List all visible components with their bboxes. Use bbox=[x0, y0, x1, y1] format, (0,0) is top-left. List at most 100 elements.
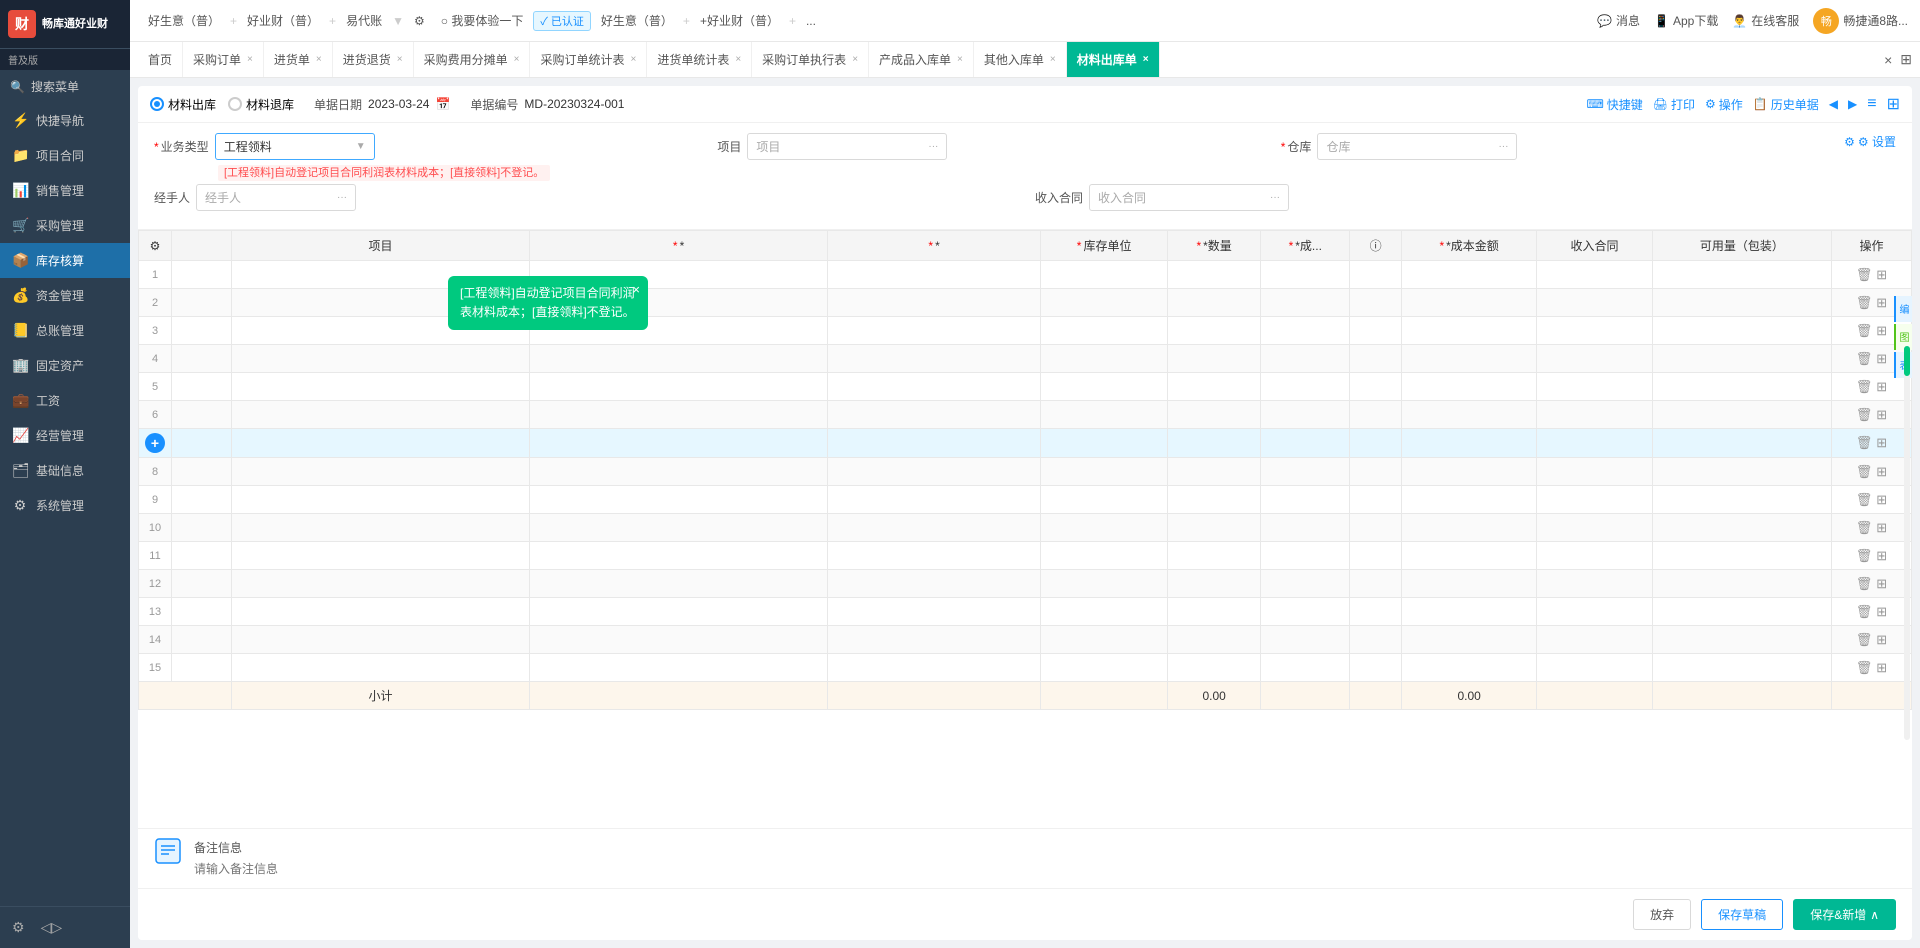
unit-cell[interactable] bbox=[1041, 626, 1168, 654]
cost-price-cell[interactable] bbox=[1261, 317, 1350, 345]
project-cell-active[interactable] bbox=[232, 429, 530, 458]
add-row-button[interactable]: + bbox=[145, 433, 165, 453]
close-icon[interactable]: × bbox=[397, 54, 403, 65]
delete-row-button[interactable]: 🗑 bbox=[1856, 267, 1873, 283]
copy-row-button[interactable]: ⊞ bbox=[1876, 407, 1887, 423]
topbar-trial-link[interactable]: ○ 我要体验一下 bbox=[435, 10, 530, 31]
close-icon[interactable]: × bbox=[514, 54, 520, 65]
col-settings[interactable]: ⚙ bbox=[139, 231, 172, 261]
sidebar-search[interactable]: 🔍 搜索菜单 bbox=[0, 70, 130, 103]
delete-row-button[interactable]: 🗑 bbox=[1856, 407, 1873, 423]
handler-input[interactable]: 经手人 ··· bbox=[196, 184, 356, 211]
qty-cell[interactable] bbox=[1168, 345, 1261, 373]
copy-row-button[interactable]: ⊞ bbox=[1876, 351, 1887, 367]
unit-cell[interactable] bbox=[1041, 458, 1168, 486]
delete-row-button[interactable]: 🗑 bbox=[1856, 464, 1873, 480]
sidebar-item-accounting[interactable]: 📒 总账管理 bbox=[0, 313, 130, 348]
project-cell[interactable] bbox=[232, 570, 530, 598]
shortcut-keys-button[interactable]: ⌨ 快捷键 bbox=[1586, 96, 1642, 113]
project-cell[interactable] bbox=[232, 486, 530, 514]
close-icon[interactable]: × bbox=[630, 54, 636, 65]
doc-number-value[interactable]: MD-20230324-001 bbox=[524, 97, 624, 111]
sidebar-item-assets[interactable]: 🏢 固定资产 bbox=[0, 348, 130, 383]
cost-amount-cell-active[interactable] bbox=[1401, 429, 1536, 458]
contract-cell[interactable] bbox=[1537, 626, 1652, 654]
sidebar-item-inventory[interactable]: 📦 库存核算 bbox=[0, 243, 130, 278]
income-contract-input[interactable]: 收入合同 ··· bbox=[1089, 184, 1289, 211]
close-icon[interactable]: × bbox=[316, 54, 322, 65]
qty-cell[interactable] bbox=[1168, 570, 1261, 598]
delete-row-button[interactable]: 🗑 bbox=[1856, 351, 1873, 367]
available-cell[interactable] bbox=[1652, 654, 1831, 682]
settings-button[interactable]: ⚙ bbox=[8, 915, 29, 940]
contract-cell[interactable] bbox=[1537, 514, 1652, 542]
unit-cell[interactable] bbox=[1041, 317, 1168, 345]
close-icon[interactable]: × bbox=[1143, 54, 1149, 65]
delete-row-button[interactable]: 🗑 bbox=[1856, 379, 1873, 395]
cost-price-cell[interactable] bbox=[1261, 570, 1350, 598]
topbar-link-2[interactable]: 好业财（普） bbox=[241, 10, 325, 31]
available-cell[interactable] bbox=[1652, 289, 1831, 317]
date-value[interactable]: 2023-03-24 bbox=[368, 97, 429, 111]
cost-amount-cell[interactable] bbox=[1401, 373, 1536, 401]
material-code-cell[interactable] bbox=[530, 598, 828, 626]
topbar-link-1[interactable]: 好生意（普） bbox=[142, 10, 226, 31]
topbar-link-5[interactable]: +好业财（普） bbox=[694, 10, 785, 31]
sidebar-item-basic[interactable]: 🗂 基础信息 bbox=[0, 453, 130, 488]
cost-price-cell[interactable] bbox=[1261, 514, 1350, 542]
qty-cell[interactable] bbox=[1168, 654, 1261, 682]
material-code-cell[interactable] bbox=[530, 486, 828, 514]
material-input-active[interactable] bbox=[536, 433, 821, 453]
page-settings-button[interactable]: ⚙ ⚙ 设置 bbox=[1844, 133, 1896, 150]
topbar-link-more[interactable]: ... bbox=[800, 12, 822, 30]
cost-amount-cell[interactable] bbox=[1401, 458, 1536, 486]
material-code-cell[interactable] bbox=[530, 654, 828, 682]
cost-price-cell[interactable] bbox=[1261, 542, 1350, 570]
sidebar-item-payroll[interactable]: 💼 工资 bbox=[0, 383, 130, 418]
qty-cell[interactable] bbox=[1168, 289, 1261, 317]
contract-cell[interactable] bbox=[1537, 373, 1652, 401]
close-icon[interactable]: × bbox=[735, 54, 741, 65]
delete-row-button[interactable]: 🗑 bbox=[1856, 435, 1873, 451]
cost-price-cell[interactable] bbox=[1261, 261, 1350, 289]
delete-row-button[interactable]: 🗑 bbox=[1856, 604, 1873, 620]
cost-amount-cell[interactable] bbox=[1401, 654, 1536, 682]
cost-price-cell[interactable] bbox=[1261, 654, 1350, 682]
cost-amount-cell[interactable] bbox=[1401, 514, 1536, 542]
cost-price-cell[interactable] bbox=[1261, 345, 1350, 373]
cost-price-cell[interactable] bbox=[1261, 373, 1350, 401]
contract-cell[interactable] bbox=[1537, 458, 1652, 486]
copy-row-button[interactable]: ⊞ bbox=[1876, 520, 1887, 536]
print-button[interactable]: 🖨 打印 bbox=[1653, 96, 1695, 113]
project-input-active[interactable] bbox=[238, 433, 523, 453]
cost-amount-cell[interactable] bbox=[1401, 542, 1536, 570]
tooltip-close-button[interactable]: × bbox=[632, 280, 640, 301]
close-icon[interactable]: × bbox=[1050, 54, 1056, 65]
sidebar-item-purchase[interactable]: 🛒 采购管理 bbox=[0, 208, 130, 243]
user-menu[interactable]: 畅 畅捷通8路... bbox=[1813, 8, 1908, 34]
material-name-cell[interactable] bbox=[828, 317, 1041, 345]
available-cell[interactable] bbox=[1652, 542, 1831, 570]
delete-row-button[interactable]: 🗑 bbox=[1856, 660, 1873, 676]
close-all-tabs-button[interactable]: × bbox=[1884, 52, 1892, 68]
collapse-button[interactable]: ◁▷ bbox=[37, 915, 67, 940]
delete-row-button[interactable]: 🗑 bbox=[1856, 576, 1873, 592]
qty-cell[interactable] bbox=[1168, 317, 1261, 345]
material-name-cell[interactable] bbox=[828, 373, 1041, 401]
material-name-cell[interactable] bbox=[828, 626, 1041, 654]
qty-cell[interactable] bbox=[1168, 514, 1261, 542]
cost-price-cell[interactable] bbox=[1261, 626, 1350, 654]
material-code-cell[interactable] bbox=[530, 373, 828, 401]
cost-amount-cell[interactable] bbox=[1401, 626, 1536, 654]
business-type-input[interactable]: 工程领料 ▼ bbox=[215, 133, 375, 160]
material-name-cell[interactable] bbox=[828, 261, 1041, 289]
prev-doc-button[interactable]: ◀ bbox=[1829, 97, 1838, 111]
project-input[interactable]: 项目 ··· bbox=[747, 133, 947, 160]
available-cell[interactable] bbox=[1652, 514, 1831, 542]
available-cell[interactable] bbox=[1652, 486, 1831, 514]
calendar-icon[interactable]: 📅 bbox=[435, 97, 450, 111]
tab-goods-return[interactable]: 进货退货 × bbox=[333, 42, 414, 78]
material-name-cell[interactable] bbox=[828, 514, 1041, 542]
material-name-cell[interactable] bbox=[828, 598, 1041, 626]
topbar-link-4[interactable]: 好生意（普） bbox=[595, 10, 679, 31]
